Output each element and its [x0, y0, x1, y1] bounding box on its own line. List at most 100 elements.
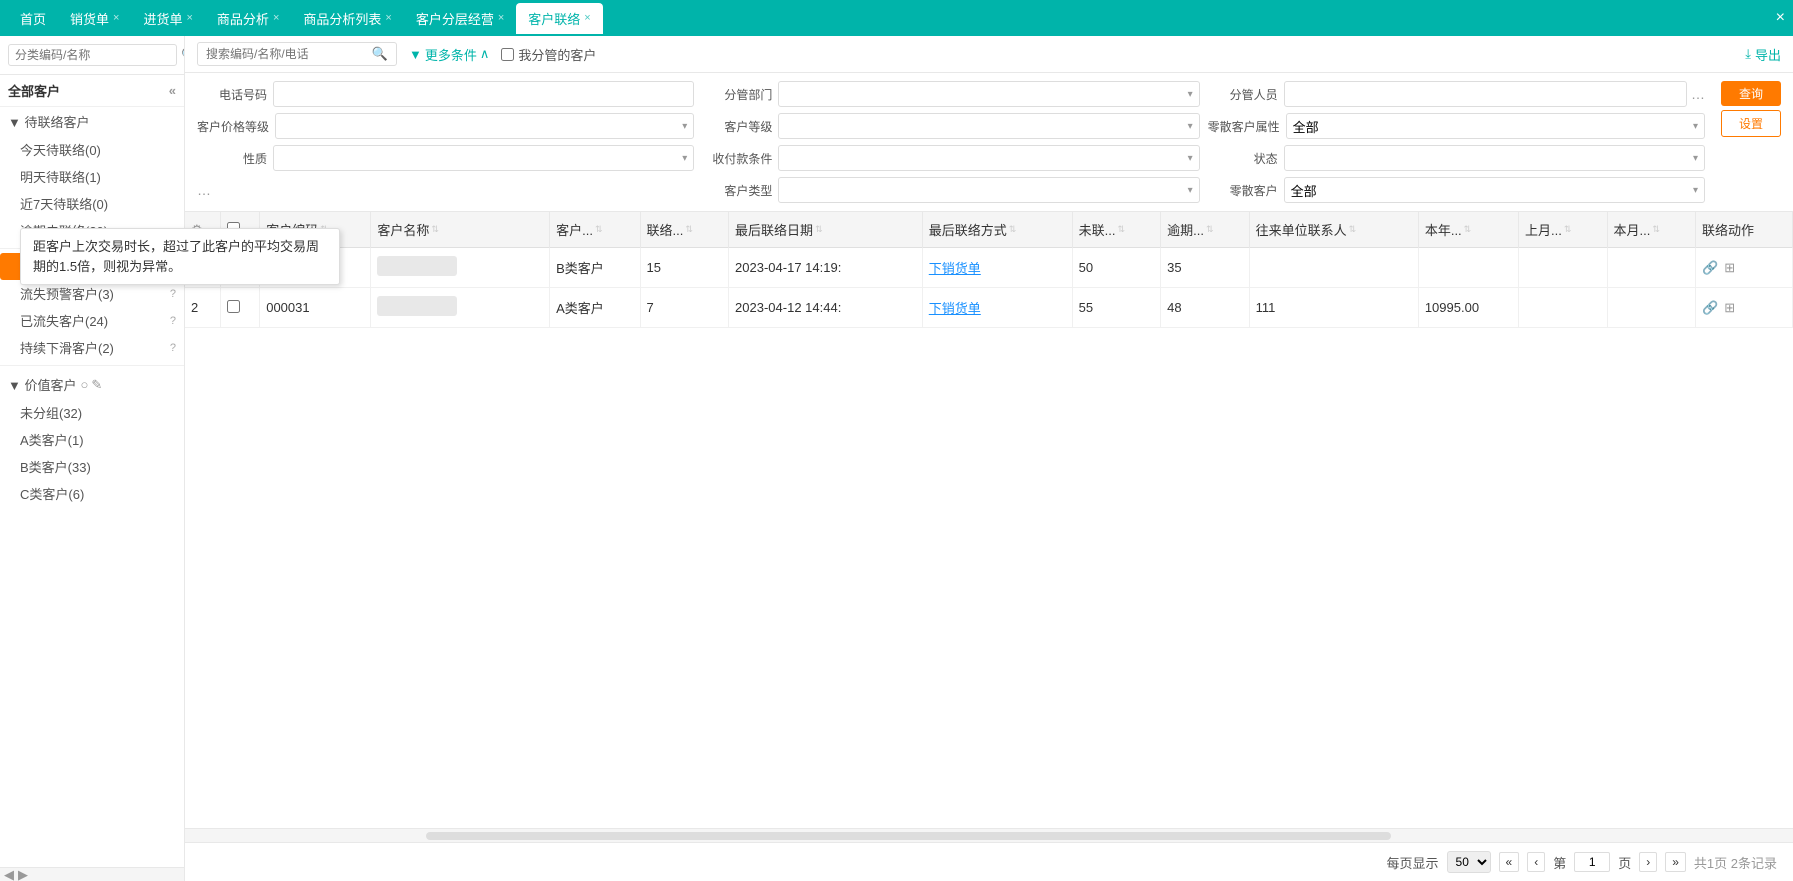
payment-terms-select[interactable]: ▾: [778, 145, 1199, 171]
row-select-checkbox[interactable]: [227, 300, 240, 313]
sort-icon[interactable]: ⇅: [1009, 224, 1017, 235]
settings-button[interactable]: 设置: [1721, 110, 1781, 137]
nav-customer-tier[interactable]: 客户分层经营 ×: [404, 3, 516, 34]
nav-product-analysis-list[interactable]: 商品分析列表 ×: [291, 3, 403, 34]
price-level-select[interactable]: ▾: [275, 113, 694, 139]
content-area: 🔍 ▼ 更多条件 ∧ 我分管的客户 ⤓ 导出: [185, 36, 1793, 881]
scroll-left-icon[interactable]: ◀: [4, 867, 14, 881]
circle-icon[interactable]: ○: [80, 377, 88, 393]
action-link-icon[interactable]: 🔗: [1702, 260, 1718, 276]
sidebar-item-7day-contact[interactable]: 近7天待联络(0): [0, 190, 184, 217]
more-conditions-button[interactable]: ▼ 更多条件 ∧: [409, 45, 489, 64]
filter-retail-customer: 零散客户 全部 ▾: [1208, 177, 1705, 203]
my-customers-checkbox-label[interactable]: 我分管的客户: [501, 45, 596, 64]
sort-icon[interactable]: ⇅: [685, 224, 693, 235]
sidebar-bottom-scrollbar[interactable]: ◀ ▶: [0, 867, 184, 881]
filter-row-4: … 客户类型 ▾ 零散客户 全部: [197, 177, 1705, 203]
nav-purchase-order[interactable]: 进货单 ×: [131, 3, 204, 34]
customer-level-select[interactable]: ▾: [778, 113, 1199, 139]
col-this-month: 本月... ⇅: [1607, 212, 1696, 248]
collapse-sidebar-icon[interactable]: «: [169, 83, 176, 98]
nature-select[interactable]: ▾: [273, 145, 694, 171]
row-name: [371, 248, 550, 288]
sidebar-item-c-class[interactable]: C类客户(6): [0, 480, 184, 507]
action-grid-icon[interactable]: ⊞: [1724, 260, 1735, 276]
row4-dots[interactable]: …: [197, 182, 211, 198]
retail-attr-select[interactable]: 全部 ▾: [1286, 113, 1705, 139]
sort-icon[interactable]: ⇅: [1652, 224, 1660, 235]
sort-icon[interactable]: ⇅: [595, 224, 603, 235]
nav-home[interactable]: 首页: [8, 3, 58, 34]
sort-icon[interactable]: ⇅: [1349, 224, 1357, 235]
sidebar-group-pending-contact[interactable]: ▼ 待联络客户: [0, 107, 184, 136]
close-icon[interactable]: ×: [186, 12, 192, 24]
prev-page-button[interactable]: ‹: [1527, 852, 1545, 872]
sidebar-search-bar: 🔍: [0, 36, 184, 75]
query-button[interactable]: 查询: [1721, 81, 1781, 106]
close-icon[interactable]: ×: [385, 12, 391, 24]
sort-icon[interactable]: ⇅: [815, 224, 823, 235]
scroll-right-icon[interactable]: ▶: [18, 867, 28, 881]
col-customer-type: 客户... ⇅: [550, 212, 640, 248]
contact-method-link[interactable]: 下销货单: [929, 301, 981, 316]
horizontal-scrollbar[interactable]: [185, 828, 1793, 842]
manager-input[interactable]: [1284, 81, 1687, 107]
phone-input[interactable]: [273, 81, 694, 107]
action-grid-icon[interactable]: ⊞: [1724, 300, 1735, 316]
row-last-month: [1519, 248, 1608, 288]
sort-icon[interactable]: ⇅: [1464, 224, 1472, 235]
chevron-down-icon: ▾: [1693, 153, 1698, 164]
customer-search-box: 🔍: [197, 42, 397, 66]
phone-label: 电话号码: [197, 86, 267, 103]
chevron-down-icon: ▾: [1693, 121, 1698, 132]
nature-label: 性质: [197, 150, 267, 167]
dept-select[interactable]: ▾: [778, 81, 1199, 107]
nav-product-analysis[interactable]: 商品分析 ×: [205, 3, 291, 34]
nav-sales-order[interactable]: 销货单 ×: [58, 3, 131, 34]
col-action: 联络动作: [1696, 212, 1793, 248]
sort-icon[interactable]: ⇅: [1117, 224, 1125, 235]
close-icon[interactable]: ×: [113, 12, 119, 24]
contact-method-link[interactable]: 下销货单: [929, 261, 981, 276]
close-icon[interactable]: ×: [498, 12, 504, 24]
category-search-input[interactable]: [8, 44, 177, 66]
sort-icon[interactable]: ⇅: [431, 224, 439, 235]
row-uncontacted: 55: [1072, 288, 1161, 328]
first-page-button[interactable]: «: [1499, 852, 1520, 872]
manager-label: 分管人员: [1208, 86, 1278, 103]
per-page-select[interactable]: 50: [1447, 851, 1491, 873]
nav-customer-contact[interactable]: 客户联络 ×: [516, 3, 602, 34]
next-page-button[interactable]: ›: [1639, 852, 1657, 872]
chevron-down-icon: ▾: [1188, 153, 1193, 164]
row-action-icons: 🔗 ⊞: [1702, 300, 1786, 316]
row-last-contact-method: 下销货单: [922, 248, 1072, 288]
export-button[interactable]: ⤓ 导出: [1745, 45, 1781, 64]
last-page-button[interactable]: »: [1665, 852, 1686, 872]
sidebar-item-today-contact[interactable]: 今天待联络(0): [0, 136, 184, 163]
close-icon[interactable]: ×: [273, 12, 279, 24]
sidebar-item-continuous-down[interactable]: 持续下滑客户(2) ?: [0, 334, 184, 361]
sidebar-group-value-customers[interactable]: ▼ 价值客户 ○ ✎: [0, 370, 184, 399]
sidebar-item-a-class[interactable]: A类客户(1): [0, 426, 184, 453]
sidebar-item-b-class[interactable]: B类客户(33): [0, 453, 184, 480]
customer-type-select[interactable]: ▾: [778, 177, 1199, 203]
sidebar-item-already-lost[interactable]: 已流失客户(24) ?: [0, 307, 184, 334]
my-customers-checkbox[interactable]: [501, 48, 514, 61]
edit-icon[interactable]: ✎: [91, 377, 102, 393]
close-icon[interactable]: ×: [584, 12, 590, 24]
action-link-icon[interactable]: 🔗: [1702, 300, 1718, 316]
sidebar-item-tomorrow-contact[interactable]: 明天待联络(1): [0, 163, 184, 190]
col-last-month: 上月... ⇅: [1519, 212, 1608, 248]
help-icon: ?: [170, 288, 176, 300]
tooltip-repurchase: 距客户上次交易时长，超过了此客户的平均交易周期的1.5倍，则视为异常。: [20, 228, 185, 285]
manager-dots[interactable]: …: [1691, 86, 1705, 102]
sort-icon[interactable]: ⇅: [1564, 224, 1572, 235]
customer-search-input[interactable]: [206, 47, 368, 61]
sidebar-divider-2: [0, 365, 184, 366]
close-all-tabs-button[interactable]: ×: [1776, 9, 1785, 27]
status-select[interactable]: ▾: [1284, 145, 1705, 171]
sidebar-item-ungroup[interactable]: 未分组(32): [0, 399, 184, 426]
sort-icon[interactable]: ⇅: [1206, 224, 1214, 235]
retail-customer-select[interactable]: 全部 ▾: [1284, 177, 1705, 203]
current-page-input[interactable]: [1574, 852, 1610, 872]
